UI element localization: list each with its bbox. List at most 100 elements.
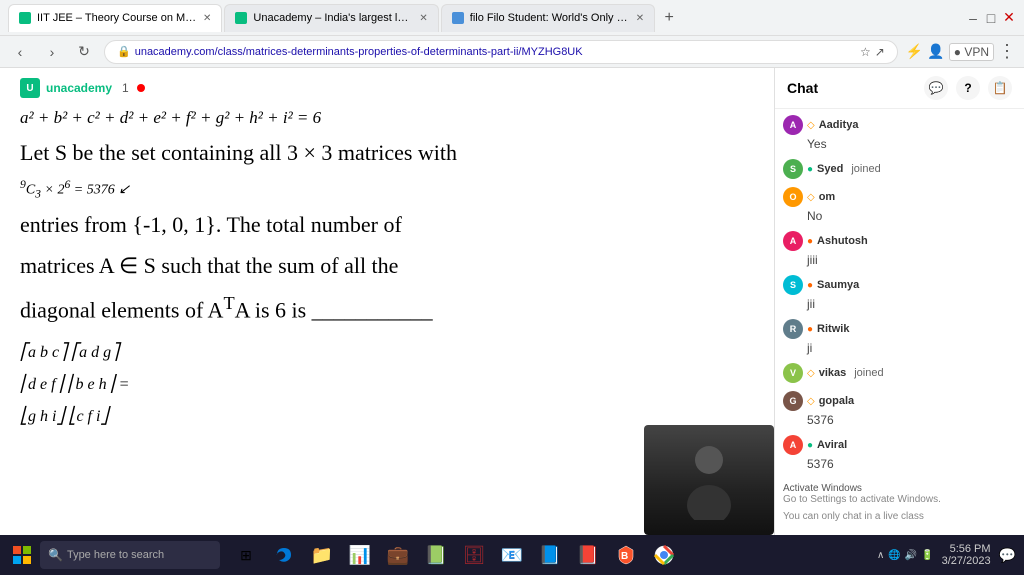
chat-message-4: S ● Saumya jii (783, 275, 1016, 311)
tab-3-close[interactable]: ✕ (636, 13, 644, 24)
taskbar-file-explorer[interactable]: 📁 (304, 537, 340, 573)
avatar-0: A (783, 115, 803, 135)
extensions-icon[interactable]: ⚡ (906, 43, 923, 60)
badge-4: ● (807, 280, 813, 291)
taskbar-app-icons: ⊞ 📁 📊 💼 📗 🗄 📧 📘 📕 B (228, 537, 682, 573)
logo-icon: U (20, 78, 40, 98)
vpn-label[interactable]: ● VPN (949, 43, 994, 61)
refresh-button[interactable]: ↻ (72, 40, 96, 64)
math-equation-top: a² + b² + c² + d² + e² + f² + g² + h² + … (20, 104, 754, 131)
window-controls: – □ ✕ (966, 11, 1016, 25)
taskbar-office[interactable]: 📊 (342, 537, 378, 573)
chat-message-3: A ● Ashutosh jiii (783, 231, 1016, 267)
math-eq-text: a² + b² + c² + d² + e² + f² + g² + h² + … (20, 108, 321, 127)
badge-5: ● (807, 324, 813, 335)
chat-user-8: A ● Aviral (783, 435, 1016, 455)
share-icon[interactable]: ↗ (875, 45, 885, 59)
badge-0: ◇ (807, 120, 815, 131)
taskbar-pdf[interactable]: 📕 (570, 537, 606, 573)
chat-message-1: S ● Syed joined (783, 159, 1016, 179)
taskbar-edge[interactable] (266, 537, 302, 573)
avatar-8: A (783, 435, 803, 455)
menu-icon[interactable]: ⋮ (998, 41, 1016, 62)
joined-label-1: joined (851, 163, 880, 175)
tab-2[interactable]: Unacademy – India's largest learning p..… (224, 4, 438, 32)
system-tray: ∧ 🌐 🔊 🔋 (877, 550, 934, 561)
taskbar-multitasking[interactable]: ⊞ (228, 537, 264, 573)
chat-icon-2[interactable]: ? (956, 76, 980, 100)
chat-user-5: R ● Ritwik (783, 319, 1016, 339)
live-indicator (137, 84, 145, 92)
avatar-4: S (783, 275, 803, 295)
math-area: a² + b² + c² + d² + e² + f² + g² + h² + … (20, 104, 754, 433)
back-button[interactable]: ‹ (8, 40, 32, 64)
minimize-button[interactable]: – (966, 11, 980, 25)
tab-favicon-1 (19, 12, 31, 24)
tab-3[interactable]: filo Filo Student: World's Only Live Ins… (441, 4, 655, 32)
taskbar-right: ∧ 🌐 🔊 🔋 5:56 PM 3/27/2023 💬 (877, 543, 1016, 567)
matrix-row-2: ⎢d e f⎥ ⎢b e h⎥ = (20, 369, 754, 401)
slide-number: 1 (122, 81, 129, 95)
profile-icon[interactable]: 👤 (927, 43, 944, 60)
username-0: Aaditya (819, 119, 859, 131)
math-calc: 9C3 × 26 = 5376 ↙ (20, 176, 754, 204)
problem-line-3: matrices A ∈ S such that the sum of all … (20, 248, 754, 283)
new-tab-button[interactable]: + (657, 6, 681, 30)
maximize-button[interactable]: □ (984, 11, 998, 25)
logo-text: unacademy (46, 81, 112, 95)
tab-favicon-3 (452, 12, 464, 24)
tab-1[interactable]: IIT JEE – Theory Course on Ma... ✕ (8, 4, 222, 32)
chat-user-3: A ● Ashutosh (783, 231, 1016, 251)
tab-1-label: IIT JEE – Theory Course on Ma... (37, 12, 197, 24)
notification-button[interactable]: 💬 (999, 547, 1016, 564)
taskbar-brave[interactable]: B (608, 537, 644, 573)
taskbar-chrome[interactable] (646, 537, 682, 573)
badge-1: ● (807, 164, 813, 175)
username-5: Ritwik (817, 323, 849, 335)
chat-user-1: S ● Syed joined (783, 159, 1016, 179)
taskbar-search[interactable]: 🔍 Type here to search (40, 541, 220, 569)
username-8: Aviral (817, 439, 847, 451)
bookmarks-bar: ⚡ 👤 ● VPN ⋮ (906, 41, 1016, 62)
msg-text-2: No (783, 209, 1016, 223)
taskbar-excel[interactable]: 📗 (418, 537, 454, 573)
forward-button[interactable]: › (40, 40, 64, 64)
tray-icon-1[interactable]: ∧ (877, 550, 884, 561)
network-icon[interactable]: 🌐 (888, 550, 900, 561)
taskbar-teams[interactable]: 💼 (380, 537, 416, 573)
lecture-content: U unacademy 1 a² + b² + c² + d² + e² + f… (0, 68, 774, 535)
chat-messages-list: A ◇ Aaditya Yes S ● Syed joined O ◇ (775, 109, 1024, 535)
chat-message-7: G ◇ gopala 5376 (783, 391, 1016, 427)
volume-icon[interactable]: 🔊 (905, 550, 917, 561)
badge-7: ◇ (807, 396, 815, 407)
username-7: gopala (819, 395, 854, 407)
chat-header: Chat 💬 ? 📋 (775, 68, 1024, 109)
msg-text-4: jii (783, 297, 1016, 311)
start-button[interactable] (8, 541, 36, 569)
browser-tab-bar: IIT JEE – Theory Course on Ma... ✕ Unaca… (0, 0, 1024, 36)
system-clock[interactable]: 5:56 PM 3/27/2023 (942, 543, 991, 567)
badge-8: ● (807, 440, 813, 451)
person-video (644, 425, 774, 535)
chat-user-2: O ◇ om (783, 187, 1016, 207)
msg-text-3: jiii (783, 253, 1016, 267)
close-button[interactable]: ✕ (1002, 11, 1016, 25)
webcam-overlay (644, 425, 774, 535)
username-3: Ashutosh (817, 235, 868, 247)
taskbar-outlook[interactable]: 📧 (494, 537, 530, 573)
taskbar-access[interactable]: 🗄 (456, 537, 492, 573)
url-bar[interactable]: 🔒 unacademy.com/class/matrices-determina… (104, 40, 898, 64)
tab-2-label: Unacademy – India's largest learning p..… (253, 12, 413, 24)
clock-date: 3/27/2023 (942, 555, 991, 567)
chat-icon-1[interactable]: 💬 (924, 76, 948, 100)
tab-2-close[interactable]: ✕ (419, 13, 427, 24)
battery-icon[interactable]: 🔋 (921, 550, 933, 561)
bookmark-icon[interactable]: ☆ (860, 45, 871, 59)
avatar-1: S (783, 159, 803, 179)
tab-1-close[interactable]: ✕ (203, 13, 211, 24)
taskbar-word[interactable]: 📘 (532, 537, 568, 573)
chat-icon-3[interactable]: 📋 (988, 76, 1012, 100)
chat-sidebar: Chat 💬 ? 📋 A ◇ Aaditya Yes S ● S (774, 68, 1024, 535)
badge-3: ● (807, 236, 813, 247)
msg-text-5: ji (783, 341, 1016, 355)
